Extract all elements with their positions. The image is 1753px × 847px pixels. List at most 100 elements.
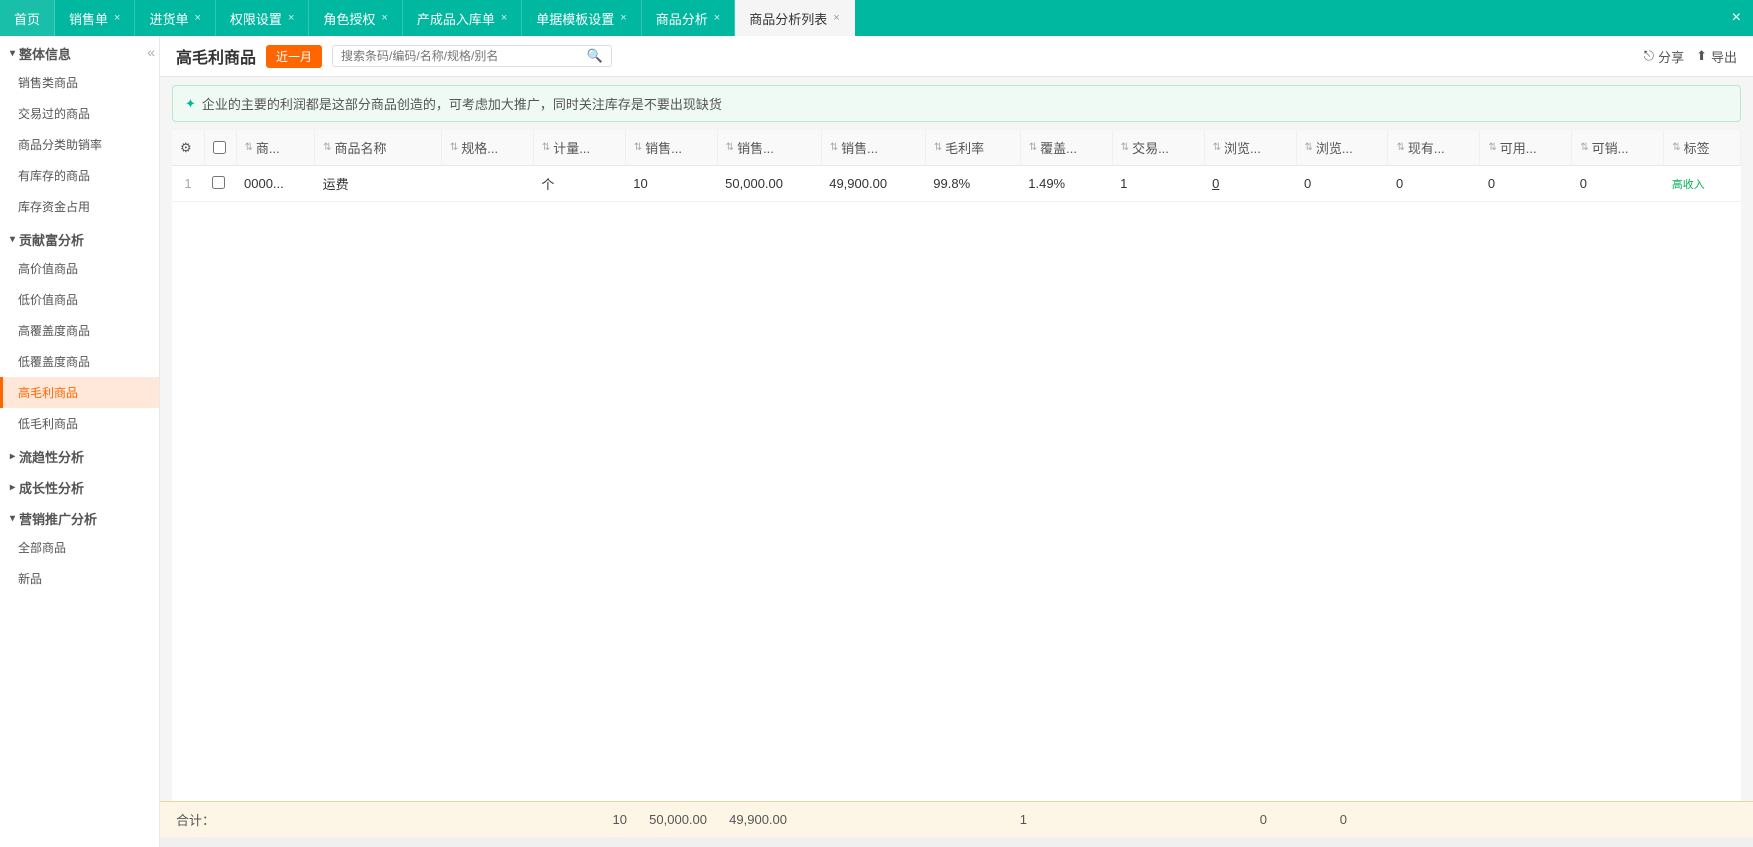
col-available[interactable]: ⇅可用... (1480, 130, 1572, 166)
sidebar-item-in-stock[interactable]: 有库存的商品 (0, 160, 159, 191)
footer-gross-rate (795, 812, 875, 827)
footer-browse1 (1035, 812, 1115, 827)
cell-name[interactable]: 运费 (315, 166, 442, 202)
col-tag[interactable]: ⇅标签 (1664, 130, 1741, 166)
horizontal-scrollbar[interactable] (160, 837, 1753, 847)
tab-role[interactable]: 角色授权 × (309, 0, 402, 36)
footer-available: 0 (1275, 812, 1355, 827)
cell-current-stock: 0 (1388, 166, 1480, 202)
sort-icon-10: ⇅ (1121, 142, 1129, 153)
footer-spec (395, 812, 475, 827)
col-trade[interactable]: ⇅交易... (1112, 130, 1204, 166)
sidebar-item-low-coverage[interactable]: 低覆盖度商品 (0, 346, 159, 377)
col-spec[interactable]: ⇅规格... (441, 130, 533, 166)
col-coverage[interactable]: ⇅覆盖... (1020, 130, 1112, 166)
cell-gross-rate: 99.8% (925, 166, 1020, 202)
main-container: « ▾ 整体信息 销售类商品 交易过的商品 商品分类助销率 有库存的商品 库存资… (0, 36, 1753, 847)
select-all-checkbox[interactable] (213, 141, 226, 154)
footer-total-label: 合计： (176, 810, 215, 829)
col-current-stock[interactable]: ⇅现有... (1388, 130, 1480, 166)
sidebar-item-stock-capital[interactable]: 库存资金占用 (0, 191, 159, 222)
col-gross-rate[interactable]: ⇅毛利率 (925, 130, 1020, 166)
arrow-down-icon-2: ▾ (10, 234, 15, 245)
col-sellable[interactable]: ⇅可销... (1572, 130, 1664, 166)
sort-icon-9: ⇅ (1029, 142, 1037, 153)
col-sales-amt[interactable]: ⇅销售... (717, 130, 821, 166)
footer-code (235, 812, 315, 827)
search-box: 🔍 (332, 45, 612, 67)
tab-template[interactable]: 单据模板设置 × (522, 0, 641, 36)
sidebar-item-high-value[interactable]: 高价值商品 (0, 253, 159, 284)
sidebar-collapse-btn[interactable]: « (147, 44, 155, 60)
footer-unit (475, 812, 555, 827)
tab-product-analysis[interactable]: 商品分析 × (642, 0, 735, 36)
table-container: ⚙ ⇅商... ⇅商品名称 ⇅规格... (172, 130, 1741, 801)
content-header: 高毛利商品 近一月 🔍 ⎋ 分享 ⬆ 导出 (160, 36, 1753, 77)
sort-icon-16: ⇅ (1672, 142, 1680, 153)
cell-browse1[interactable]: 0 (1204, 166, 1296, 202)
export-button[interactable]: ⬆ 导出 (1696, 47, 1737, 66)
header-actions: ⎋ 分享 ⬆ 导出 (1644, 47, 1737, 66)
sidebar-group-growth[interactable]: ▸ 成长性分析 (0, 470, 159, 501)
sidebar-item-low-value[interactable]: 低价值商品 (0, 284, 159, 315)
sidebar-item-all-goods[interactable]: 全部商品 (0, 532, 159, 563)
footer-sales-amt: 50,000.00 (635, 812, 715, 827)
col-unit[interactable]: ⇅计量... (533, 130, 625, 166)
sidebar-group-trend[interactable]: ▸ 流趋性分析 (0, 439, 159, 470)
row-checkbox[interactable] (212, 176, 225, 189)
close-tab-product-in[interactable]: × (501, 12, 507, 24)
col-browse2[interactable]: ⇅浏览... (1296, 130, 1388, 166)
date-filter-button[interactable]: 近一月 (266, 45, 322, 68)
tab-permission[interactable]: 权限设置 × (216, 0, 309, 36)
close-all-tabs[interactable]: × (1720, 9, 1753, 27)
close-tab-purchase[interactable]: × (194, 12, 200, 24)
sort-icon-12: ⇅ (1305, 142, 1313, 153)
sidebar-group-overall[interactable]: ▾ 整体信息 (0, 36, 159, 67)
table-header-row: ⚙ ⇅商... ⇅商品名称 ⇅规格... (172, 130, 1741, 166)
close-tab-permission[interactable]: × (288, 12, 294, 24)
tab-product-in[interactable]: 产成品入库单 × (403, 0, 522, 36)
cell-coverage: 1.49% (1020, 166, 1112, 202)
share-button[interactable]: ⎋ 分享 (1644, 47, 1684, 66)
col-code[interactable]: ⇅商... (236, 130, 315, 166)
close-tab-product-analysis-list[interactable]: × (833, 12, 839, 24)
tab-home[interactable]: 首页 (0, 0, 55, 36)
tab-purchase[interactable]: 进货单 × (135, 0, 215, 36)
search-icon[interactable]: 🔍 (587, 48, 603, 64)
cell-seq: 1 (172, 166, 204, 202)
close-tab-sales[interactable]: × (114, 12, 120, 24)
close-tab-role[interactable]: × (381, 12, 387, 24)
sidebar-item-low-gross[interactable]: 低毛利商品 (0, 408, 159, 439)
share-icon: ⎋ (1644, 48, 1654, 64)
sidebar-item-sales-goods[interactable]: 销售类商品 (0, 67, 159, 98)
footer-sales-qty: 10 (555, 812, 635, 827)
info-banner: ✦ 企业的主要的利润都是这部分商品创造的，可考虑加大推广，同时关注库存是不要出现… (172, 85, 1741, 122)
search-input[interactable] (341, 49, 581, 63)
table-row: 1 0000... 运费 个 10 50,000.00 49,900.00 99… (172, 166, 1741, 202)
sidebar: « ▾ 整体信息 销售类商品 交易过的商品 商品分类助销率 有库存的商品 库存资… (0, 36, 160, 847)
col-browse1[interactable]: ⇅浏览... (1204, 130, 1296, 166)
settings-icon[interactable]: ⚙ (180, 140, 192, 156)
sidebar-item-high-gross[interactable]: 高毛利商品 (0, 377, 159, 408)
sidebar-item-category-rate[interactable]: 商品分类助销率 (0, 129, 159, 160)
close-tab-template[interactable]: × (620, 12, 626, 24)
sidebar-group-marketing[interactable]: ▾ 营销推广分析 (0, 501, 159, 532)
sort-icon-5: ⇅ (634, 142, 642, 153)
top-navigation: 首页 销售单 × 进货单 × 权限设置 × 角色授权 × 产成品入库单 × 单据… (0, 0, 1753, 36)
sidebar-group-contribution[interactable]: ▾ 贡献富分析 (0, 222, 159, 253)
col-sales-qty[interactable]: ⇅销售... (625, 130, 717, 166)
arrow-right-icon-2: ▸ (10, 482, 15, 493)
cell-check[interactable] (204, 166, 236, 202)
tab-product-analysis-list[interactable]: 商品分析列表 × (735, 0, 854, 36)
tab-sales[interactable]: 销售单 × (55, 0, 135, 36)
col-sales-cost[interactable]: ⇅销售... (821, 130, 925, 166)
cell-sales-qty: 10 (625, 166, 717, 202)
footer-coverage (875, 812, 955, 827)
sidebar-item-traded-goods[interactable]: 交易过的商品 (0, 98, 159, 129)
sidebar-item-new-goods[interactable]: 新品 (0, 563, 159, 594)
col-settings[interactable]: ⚙ (172, 130, 204, 166)
col-name[interactable]: ⇅商品名称 (315, 130, 442, 166)
sidebar-item-high-coverage[interactable]: 高覆盖度商品 (0, 315, 159, 346)
export-icon: ⬆ (1696, 48, 1707, 64)
close-tab-product-analysis[interactable]: × (714, 12, 720, 24)
